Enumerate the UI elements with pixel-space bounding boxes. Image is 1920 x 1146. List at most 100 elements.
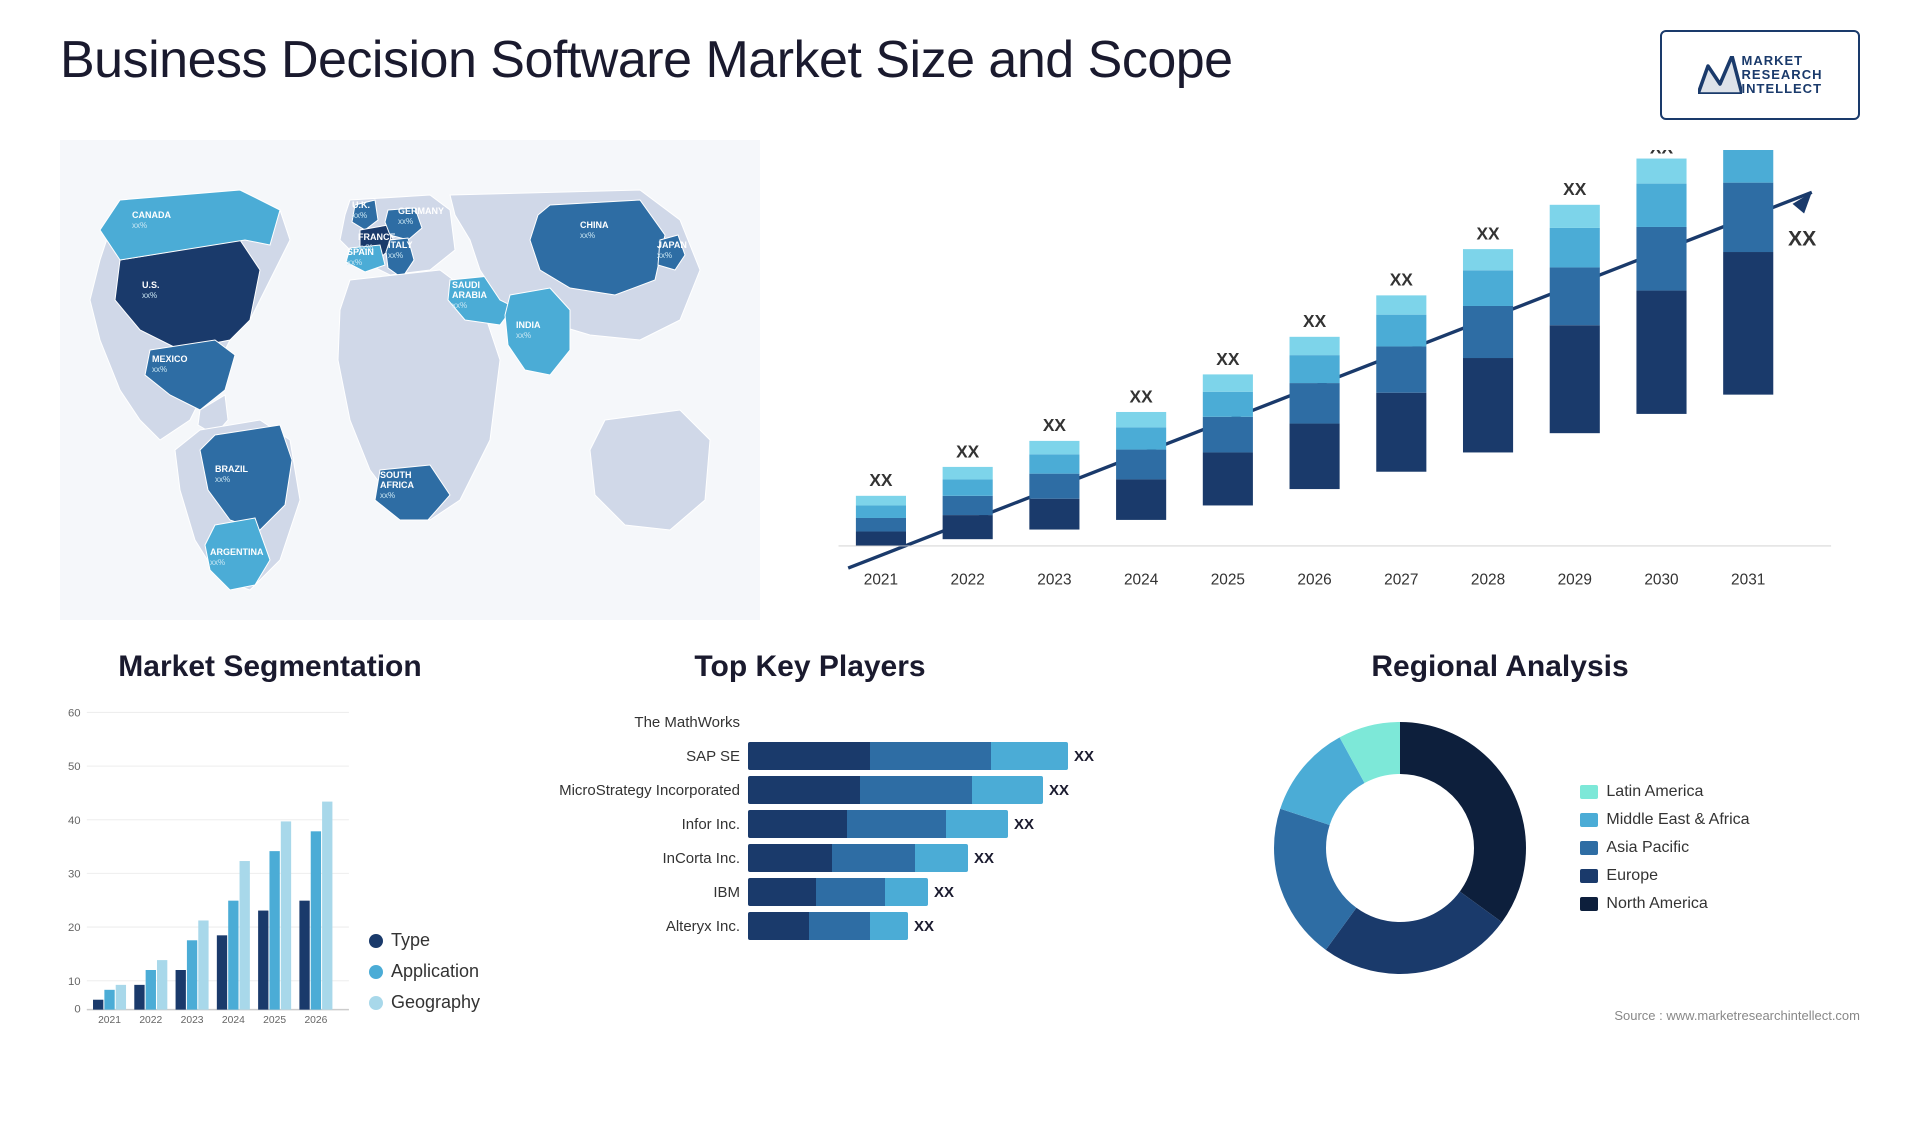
legend-label-north-america: North America bbox=[1606, 895, 1707, 913]
bar-2026: 2026 XX bbox=[1290, 311, 1340, 588]
svg-text:2026: 2026 bbox=[304, 1015, 327, 1026]
world-map-svg: CANADA xx% U.S. xx% MEXICO xx% BRAZIL xx… bbox=[60, 140, 760, 620]
legend-dot-application bbox=[369, 965, 383, 979]
legend-label-geography: Geography bbox=[391, 992, 480, 1013]
regional-title: Regional Analysis bbox=[1140, 650, 1860, 684]
top-players-title: Top Key Players bbox=[520, 650, 1100, 684]
regional-pie-chart bbox=[1250, 698, 1550, 998]
svg-text:2025: 2025 bbox=[1211, 571, 1245, 588]
svg-text:XX: XX bbox=[1043, 415, 1067, 435]
bar-2023: 2023 XX bbox=[1029, 415, 1079, 588]
bottom-section: Market Segmentation 60 50 40 30 20 10 0 bbox=[60, 650, 1860, 1070]
svg-text:XX: XX bbox=[1216, 349, 1240, 369]
map-container: CANADA xx% U.S. xx% MEXICO xx% BRAZIL xx… bbox=[60, 140, 760, 620]
header: Business Decision Software Market Size a… bbox=[60, 30, 1860, 120]
svg-text:XX: XX bbox=[1563, 179, 1587, 199]
svg-text:XX: XX bbox=[869, 470, 893, 490]
svg-text:xx%: xx% bbox=[580, 231, 595, 240]
svg-text:XX: XX bbox=[1130, 386, 1154, 406]
svg-text:xx%: xx% bbox=[210, 558, 225, 567]
player-row-ibm: IBM XX bbox=[520, 878, 1100, 906]
bar-2025: 2025 XX bbox=[1203, 349, 1253, 589]
legend-label-application: Application bbox=[391, 961, 479, 982]
top-section: CANADA xx% U.S. xx% MEXICO xx% BRAZIL xx… bbox=[60, 140, 1860, 620]
svg-text:INDIA: INDIA bbox=[516, 320, 541, 330]
player-row-infor: Infor Inc. XX bbox=[520, 810, 1100, 838]
svg-text:2021: 2021 bbox=[864, 571, 898, 588]
player-name-incorta: InCorta Inc. bbox=[520, 850, 740, 867]
player-name-mathworks: The MathWorks bbox=[520, 714, 740, 731]
bar-2022: 2022 XX bbox=[943, 441, 993, 588]
svg-text:2030: 2030 bbox=[1644, 571, 1678, 588]
legend-label-latin-america: Latin America bbox=[1606, 783, 1703, 801]
legend-application: Application bbox=[369, 961, 480, 982]
svg-text:2027: 2027 bbox=[1384, 571, 1418, 588]
svg-text:2021: 2021 bbox=[98, 1015, 121, 1026]
svg-text:SPAIN: SPAIN bbox=[347, 247, 374, 257]
legend-label-middle-east-africa: Middle East & Africa bbox=[1606, 811, 1749, 829]
player-name-alteryx: Alteryx Inc. bbox=[520, 918, 740, 935]
legend-label-type: Type bbox=[391, 930, 430, 951]
svg-text:xx%: xx% bbox=[388, 251, 403, 260]
svg-text:0: 0 bbox=[74, 1004, 80, 1016]
svg-text:2029: 2029 bbox=[1558, 571, 1592, 588]
svg-text:XX: XX bbox=[1788, 227, 1816, 250]
svg-text:xx%: xx% bbox=[142, 291, 157, 300]
player-row-mathworks: The MathWorks bbox=[520, 708, 1100, 736]
svg-text:ARGENTINA: ARGENTINA bbox=[210, 547, 264, 557]
player-name-microstrategy: MicroStrategy Incorporated bbox=[520, 782, 740, 799]
svg-text:2024: 2024 bbox=[1124, 571, 1159, 588]
svg-text:AFRICA: AFRICA bbox=[380, 480, 414, 490]
svg-text:10: 10 bbox=[68, 976, 81, 988]
growth-chart-container: 2021 XX 2022 XX bbox=[800, 140, 1860, 620]
legend-north-america: North America bbox=[1580, 895, 1749, 913]
svg-text:2024: 2024 bbox=[222, 1015, 245, 1026]
svg-text:xx%: xx% bbox=[452, 301, 467, 310]
svg-text:MEXICO: MEXICO bbox=[152, 354, 188, 364]
svg-text:2026: 2026 bbox=[1297, 571, 1331, 588]
source-text: Source : www.marketresearchintellect.com bbox=[1140, 1008, 1860, 1023]
player-name-infor: Infor Inc. bbox=[520, 816, 740, 833]
players-list: The MathWorks SAP SE XX bbox=[520, 698, 1100, 940]
svg-text:XX: XX bbox=[1650, 150, 1674, 158]
svg-text:GERMANY: GERMANY bbox=[398, 206, 444, 216]
legend-middle-east-africa: Middle East & Africa bbox=[1580, 811, 1749, 829]
logo-line1: MARKET bbox=[1742, 54, 1823, 68]
logo-line2: RESEARCH bbox=[1742, 68, 1823, 82]
bar-2028: 2028 XX bbox=[1463, 223, 1513, 588]
bar-2030: 2030 XX bbox=[1636, 150, 1686, 588]
svg-text:SOUTH: SOUTH bbox=[380, 470, 412, 480]
logo: MARKET RESEARCH INTELLECT bbox=[1660, 30, 1860, 120]
svg-text:XX: XX bbox=[1476, 223, 1500, 243]
player-row-alteryx: Alteryx Inc. XX bbox=[520, 912, 1100, 940]
segmentation-chart-svg: 60 50 40 30 20 10 0 bbox=[60, 698, 349, 1028]
segmentation-title: Market Segmentation bbox=[60, 650, 480, 684]
svg-text:xx%: xx% bbox=[152, 365, 167, 374]
svg-text:XX: XX bbox=[956, 441, 980, 461]
svg-text:xx%: xx% bbox=[132, 221, 147, 230]
legend-europe: Europe bbox=[1580, 867, 1749, 885]
regional-legend: Latin America Middle East & Africa Asia … bbox=[1580, 783, 1749, 913]
svg-text:BRAZIL: BRAZIL bbox=[215, 464, 248, 474]
svg-text:60: 60 bbox=[68, 708, 81, 720]
svg-text:xx%: xx% bbox=[215, 475, 230, 484]
player-row-sap: SAP SE XX bbox=[520, 742, 1100, 770]
page-title: Business Decision Software Market Size a… bbox=[60, 30, 1233, 90]
bar-2031: 2031 XX bbox=[1723, 150, 1816, 588]
player-name-ibm: IBM bbox=[520, 884, 740, 901]
legend-latin-america: Latin America bbox=[1580, 783, 1749, 801]
svg-text:XX: XX bbox=[1390, 270, 1414, 290]
svg-text:2022: 2022 bbox=[951, 571, 985, 588]
svg-text:2031: 2031 bbox=[1731, 571, 1765, 588]
svg-text:xx%: xx% bbox=[347, 258, 362, 267]
svg-text:2022: 2022 bbox=[139, 1015, 162, 1026]
legend-dot-type bbox=[369, 934, 383, 948]
svg-text:U.S.: U.S. bbox=[142, 280, 160, 290]
svg-text:30: 30 bbox=[68, 869, 81, 881]
segmentation-container: Market Segmentation 60 50 40 30 20 10 0 bbox=[60, 650, 480, 1070]
bar-2029: 2029 XX bbox=[1550, 179, 1600, 588]
regional-container: Regional Analysis bbox=[1140, 650, 1860, 1070]
logo-line3: INTELLECT bbox=[1742, 82, 1823, 96]
legend-type: Type bbox=[369, 930, 480, 951]
svg-text:xx%: xx% bbox=[398, 217, 413, 226]
